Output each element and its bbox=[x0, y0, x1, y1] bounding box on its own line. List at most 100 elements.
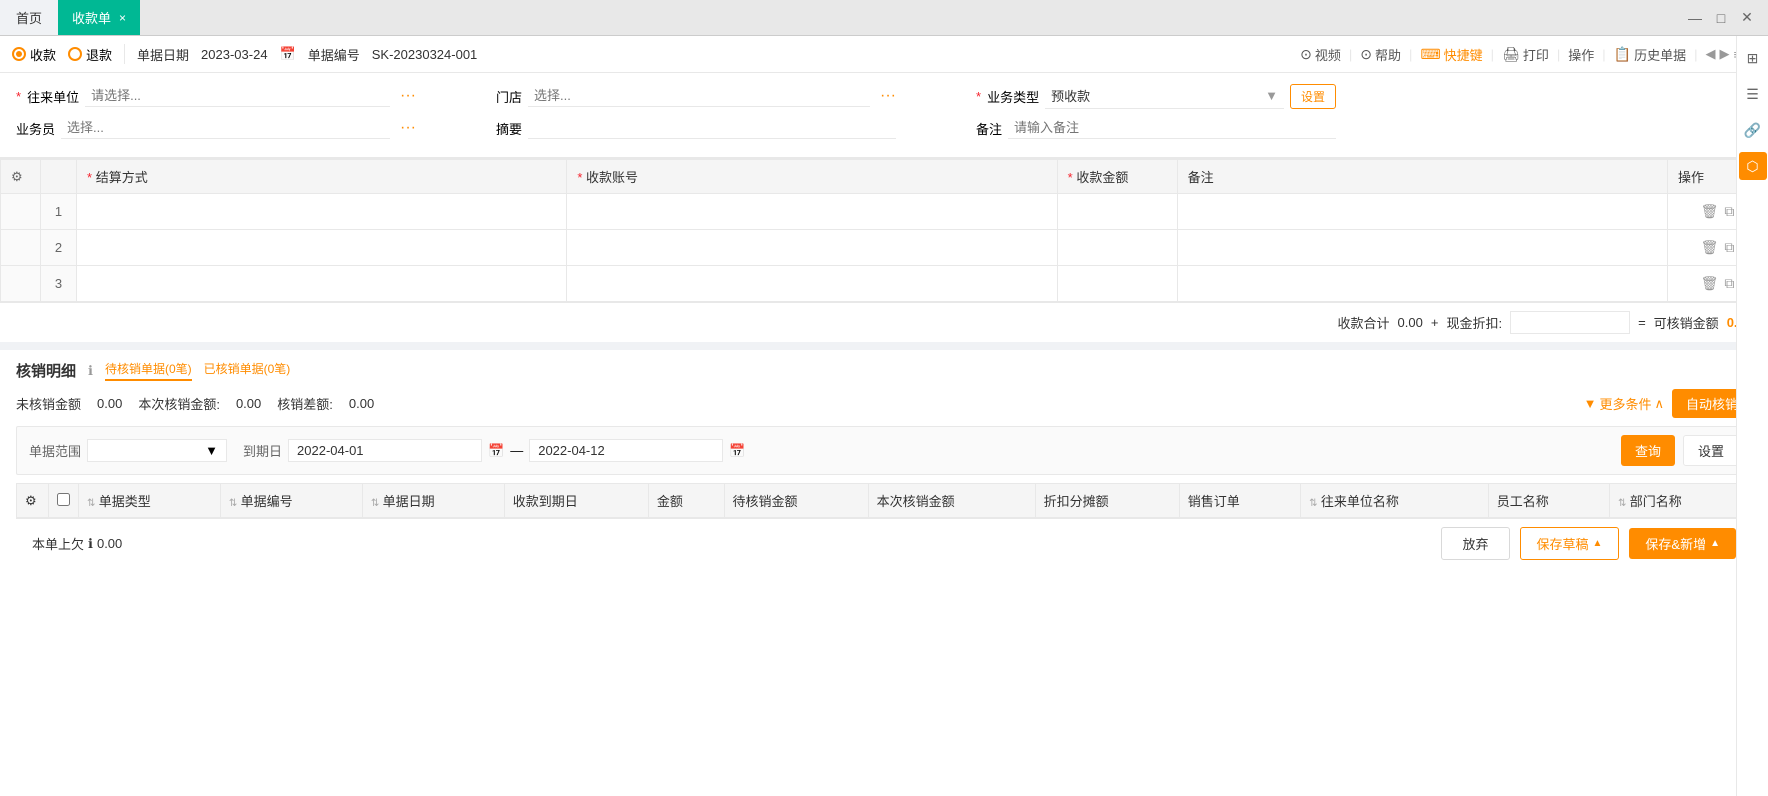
more-conditions-btn[interactable]: ▼ 更多条件 ∧ bbox=[1584, 394, 1664, 413]
date-to-input[interactable] bbox=[529, 439, 723, 462]
gear-icon[interactable]: ⚙ bbox=[11, 169, 23, 184]
filter-icon: ▼ bbox=[1584, 396, 1597, 411]
row-2-amount[interactable] bbox=[1057, 230, 1177, 266]
bottom-table: ⚙ ⇅ 单据类型 ⇅ 单据编号 bbox=[16, 483, 1752, 518]
th-note: 备注 bbox=[1177, 160, 1667, 194]
sidebar-table-icon[interactable]: ⊞ bbox=[1739, 44, 1767, 72]
store-label: 门店 bbox=[496, 87, 522, 106]
partner-more-btn[interactable]: ··· bbox=[400, 87, 416, 105]
radio-shoukuan[interactable]: 收款 bbox=[12, 45, 56, 64]
help-btn[interactable]: ⊙ 帮助 bbox=[1360, 45, 1401, 64]
sidebar-screen-icon[interactable]: ⬡ bbox=[1739, 152, 1767, 180]
copy-icon-3[interactable]: ⧉ bbox=[1724, 275, 1734, 292]
note-input[interactable] bbox=[1008, 117, 1336, 139]
row-1-note[interactable] bbox=[1177, 194, 1667, 230]
minimize-button[interactable]: — bbox=[1686, 9, 1704, 27]
copy-icon-1[interactable]: ⧉ bbox=[1724, 203, 1734, 220]
radio-dot-shoukuan bbox=[12, 47, 26, 61]
tab-active[interactable]: 收款单 × bbox=[58, 0, 140, 35]
close-button[interactable]: ✕ bbox=[1738, 9, 1756, 27]
nav-next-icon[interactable]: ▶ bbox=[1720, 46, 1730, 62]
row-3-settle[interactable] bbox=[77, 266, 567, 302]
row-1-settle[interactable] bbox=[77, 194, 567, 230]
summary-label: 摘要 bbox=[496, 119, 522, 138]
footer-info-icon[interactable]: ℹ bbox=[88, 536, 93, 552]
nav-prev-icon[interactable]: ◀ bbox=[1706, 46, 1716, 62]
date-to-calendar-icon[interactable]: 📅 bbox=[729, 443, 745, 459]
account-input-2[interactable] bbox=[567, 230, 1056, 265]
sort-icon-dept[interactable]: ⇅ bbox=[1618, 498, 1626, 509]
tab-home[interactable]: 首页 bbox=[0, 0, 58, 35]
staff-field: 业务员 ··· bbox=[16, 117, 416, 139]
row-1-account[interactable] bbox=[567, 194, 1057, 230]
settle-input-2[interactable] bbox=[77, 230, 566, 265]
save-draft-btn[interactable]: 保存草稿 ▲ bbox=[1520, 527, 1620, 560]
query-btn[interactable]: 查询 bbox=[1621, 435, 1675, 466]
settle-input-3[interactable] bbox=[77, 266, 566, 301]
summary-input[interactable] bbox=[528, 117, 896, 139]
bottom-table-container: ⚙ ⇅ 单据类型 ⇅ 单据编号 bbox=[16, 483, 1752, 518]
staff-input[interactable] bbox=[61, 117, 390, 139]
set-btn[interactable]: 设置 bbox=[1683, 435, 1739, 466]
sort-icon-number[interactable]: ⇅ bbox=[229, 498, 237, 509]
discount-input[interactable] bbox=[1510, 311, 1630, 334]
delete-icon-1[interactable]: 🗑 bbox=[1701, 203, 1719, 220]
sort-icon-partner[interactable]: ⇅ bbox=[1309, 498, 1317, 509]
settings-button[interactable]: 设置 bbox=[1290, 84, 1336, 109]
note-input-3[interactable] bbox=[1178, 266, 1667, 301]
sort-icon-date[interactable]: ⇅ bbox=[371, 498, 379, 509]
range-field: 单据范围 ▼ bbox=[29, 439, 227, 462]
row-1-amount[interactable] bbox=[1057, 194, 1177, 230]
store-input[interactable] bbox=[528, 85, 870, 107]
video-btn[interactable]: ⊙ 视频 bbox=[1300, 45, 1341, 64]
row-2-note[interactable] bbox=[1177, 230, 1667, 266]
th-due-date: 收款到期日 bbox=[504, 484, 648, 518]
copy-icon-2[interactable]: ⧉ bbox=[1724, 239, 1734, 256]
amount-input-2[interactable] bbox=[1058, 230, 1177, 265]
tab-pending[interactable]: 待核销单据(0笔) bbox=[105, 360, 192, 381]
gear-icon-bottom[interactable]: ⚙ bbox=[25, 493, 37, 508]
staff-more-btn[interactable]: ··· bbox=[400, 119, 416, 137]
row-2-settle[interactable] bbox=[77, 230, 567, 266]
row-3-account[interactable] bbox=[567, 266, 1057, 302]
sort-icon-type[interactable]: ⇅ bbox=[87, 498, 95, 509]
note-input-1[interactable] bbox=[1178, 194, 1667, 229]
range-select[interactable]: ▼ bbox=[87, 439, 227, 462]
date-from-calendar-icon[interactable]: 📅 bbox=[488, 443, 504, 459]
partner-label: 往来单位 bbox=[27, 87, 79, 106]
date-from-input[interactable] bbox=[288, 439, 482, 462]
tab-close-icon[interactable]: × bbox=[119, 11, 126, 25]
ops-btn[interactable]: 操作 bbox=[1568, 45, 1594, 64]
hexiao-info-icon[interactable]: ℹ bbox=[88, 363, 93, 379]
row-2-account[interactable] bbox=[567, 230, 1057, 266]
tab-done[interactable]: 已核销单据(0笔) bbox=[204, 360, 291, 381]
save-new-btn[interactable]: 保存&新增 ▲ bbox=[1629, 528, 1736, 559]
row-3-note[interactable] bbox=[1177, 266, 1667, 302]
account-input-1[interactable] bbox=[567, 194, 1056, 229]
delete-icon-3[interactable]: 🗑 bbox=[1701, 275, 1719, 292]
partner-input[interactable] bbox=[85, 85, 390, 107]
print-btn[interactable]: 🖨 打印 bbox=[1502, 45, 1549, 64]
history-btn[interactable]: 📋 历史单据 bbox=[1614, 45, 1686, 64]
shortcut-btn[interactable]: ⌨ 快捷键 bbox=[1420, 45, 1482, 64]
maximize-button[interactable]: □ bbox=[1712, 9, 1730, 27]
delete-icon-2[interactable]: 🗑 bbox=[1701, 239, 1719, 256]
sidebar-link-icon[interactable]: 🔗 bbox=[1739, 116, 1767, 144]
calendar-icon[interactable]: 📅 bbox=[280, 46, 296, 62]
th-discount: 折扣分摊额 bbox=[1035, 484, 1179, 518]
select-all-checkbox[interactable] bbox=[57, 493, 70, 506]
radio-shoukuan-label: 收款 bbox=[30, 45, 56, 64]
available-label: 可核销金额 bbox=[1654, 313, 1719, 332]
store-more-btn[interactable]: ··· bbox=[880, 87, 896, 105]
note-input-2[interactable] bbox=[1178, 230, 1667, 265]
biz-type-select[interactable]: 预收款 ▼ bbox=[1045, 83, 1284, 109]
row-3-amount[interactable] bbox=[1057, 266, 1177, 302]
settle-input-1[interactable] bbox=[77, 194, 566, 229]
sidebar-list-icon[interactable]: ☰ bbox=[1739, 80, 1767, 108]
amount-input-1[interactable] bbox=[1058, 194, 1177, 229]
radio-tuikuan[interactable]: 退款 bbox=[68, 45, 112, 64]
discard-btn[interactable]: 放弃 bbox=[1441, 527, 1509, 560]
toolbar-right: ⊙ 视频 | ⊙ 帮助 | ⌨ 快捷键 | 🖨 打印 | 操作 | bbox=[1300, 45, 1756, 64]
account-input-3[interactable] bbox=[567, 266, 1056, 301]
amount-input-3[interactable] bbox=[1058, 266, 1177, 301]
